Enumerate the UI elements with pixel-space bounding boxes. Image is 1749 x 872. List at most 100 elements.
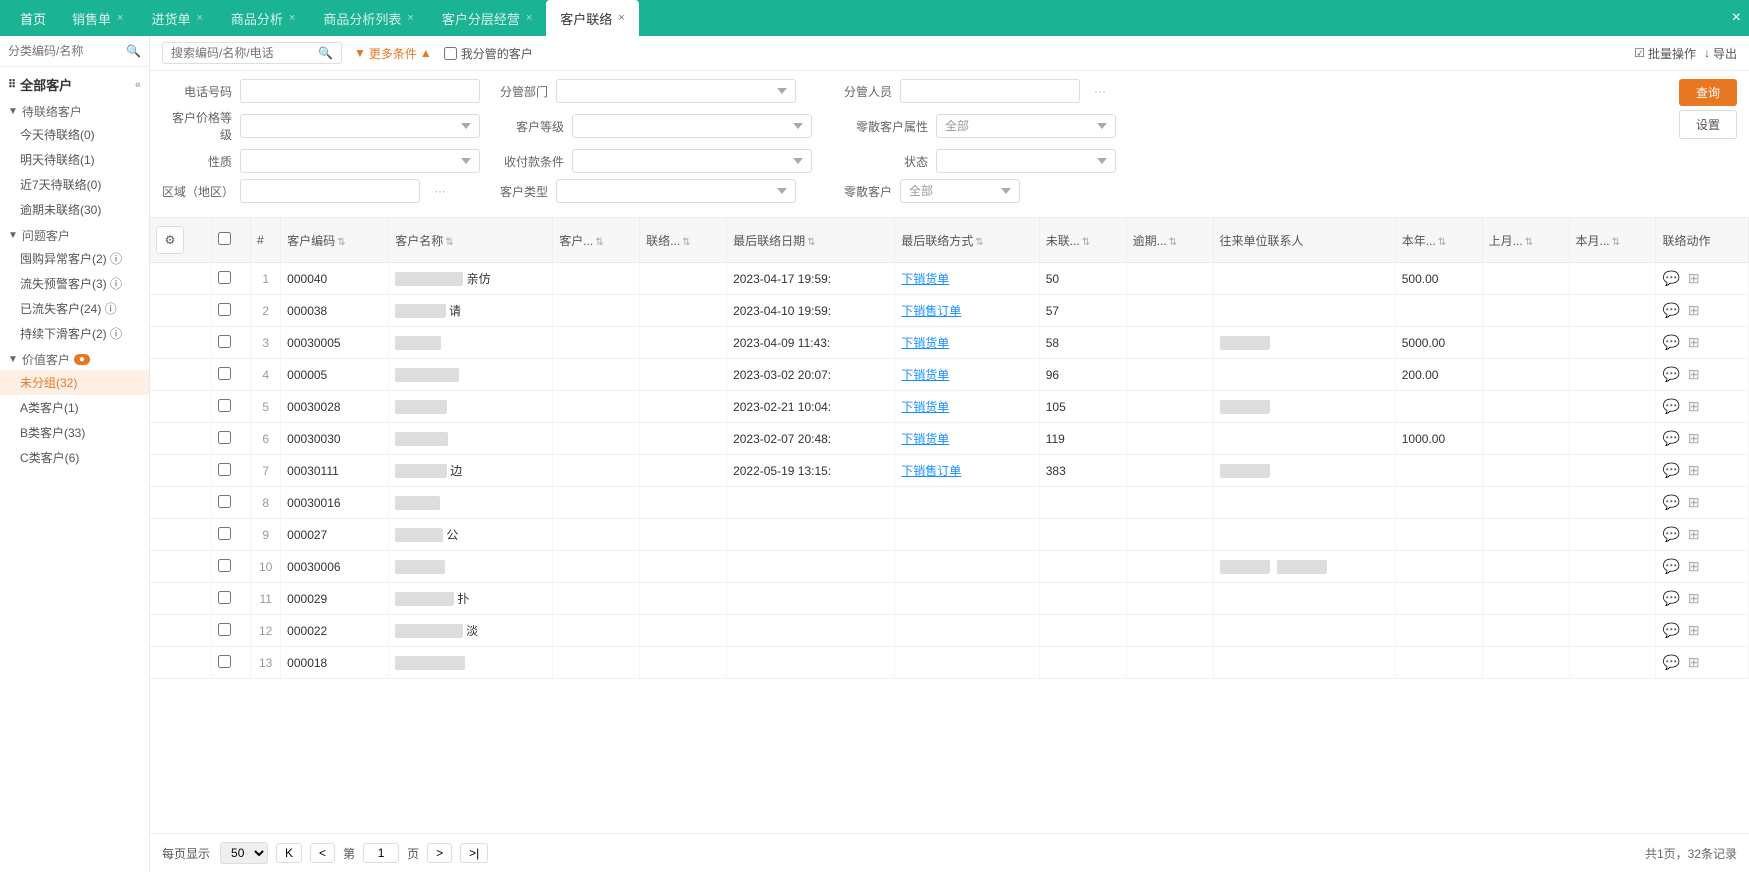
tab-home[interactable]: 首页 [8,0,58,36]
row-checkbox[interactable] [218,335,231,348]
grid-action-icon[interactable]: ⊞ [1688,526,1700,543]
col-last-date[interactable]: 最后联络日期⇅ [727,218,895,263]
sidebar-item-b-class[interactable]: B类客户(33) [0,420,149,445]
close-icon[interactable]: × [196,12,202,24]
row-last-type[interactable] [895,615,1039,647]
row-checkbox[interactable] [218,303,231,316]
all-customers-header[interactable]: ⠿ 全部客户 « [0,67,149,98]
row-checkbox-cell[interactable] [211,551,250,583]
sidebar-group-problem[interactable]: ▼ 问题客户 [0,222,149,246]
sidebar-item-ungroup[interactable]: 未分组(32) [0,370,149,395]
grid-action-icon[interactable]: ⊞ [1688,494,1700,511]
grid-action-icon[interactable]: ⊞ [1688,270,1700,287]
col-this-year[interactable]: 本年...⇅ [1395,218,1482,263]
region-input[interactable] [240,179,420,203]
row-checkbox-cell[interactable] [211,423,250,455]
customer-level-select[interactable] [572,114,812,138]
row-last-type[interactable]: 下销货单 [895,327,1039,359]
grid-action-icon[interactable]: ⊞ [1688,302,1700,319]
search-icon[interactable]: 🔍 [318,46,333,60]
my-customer-checkbox[interactable] [444,47,457,60]
retail-attr-select[interactable]: 全部 [936,114,1116,138]
chat-icon[interactable]: 💬 [1662,590,1679,607]
row-last-type[interactable] [895,487,1039,519]
row-checkbox[interactable] [218,399,231,412]
last-type-link[interactable]: 下销售订单 [901,304,961,318]
row-checkbox-cell[interactable] [211,327,250,359]
row-checkbox[interactable] [218,271,231,284]
sidebar-item-overdue-pending[interactable]: 逾期未联络(30) [0,197,149,222]
row-checkbox[interactable] [218,463,231,476]
dept-select[interactable] [556,79,796,103]
col-last-month[interactable]: 上月...⇅ [1482,218,1569,263]
last-type-link[interactable]: 下销货单 [901,432,949,446]
next-page-button[interactable]: > [427,843,452,863]
last-type-link[interactable]: 下销售订单 [901,464,961,478]
manager-more-button[interactable]: ··· [1088,84,1112,98]
query-button[interactable]: 查询 [1679,79,1737,106]
grid-action-icon[interactable]: ⊞ [1688,334,1700,351]
grid-action-icon[interactable]: ⊞ [1688,622,1700,639]
first-page-button[interactable]: K [276,843,302,863]
row-checkbox[interactable] [218,655,231,668]
close-icon[interactable]: × [289,12,295,24]
search-icon[interactable]: 🔍 [126,44,141,58]
col-last-type[interactable]: 最后联络方式⇅ [895,218,1039,263]
phone-input[interactable] [240,79,480,103]
grid-action-icon[interactable]: ⊞ [1688,590,1700,607]
row-checkbox[interactable] [218,591,231,604]
batch-op-button[interactable]: ☑ 批量操作 [1634,45,1696,62]
row-last-type[interactable] [895,551,1039,583]
customer-type-select[interactable] [556,179,796,203]
collapse-icon[interactable]: « [135,79,141,91]
select-all-checkbox[interactable] [218,232,231,245]
col-overdue[interactable]: 逾期...⇅ [1126,218,1213,263]
close-icon[interactable]: × [117,12,123,24]
close-icon[interactable]: × [407,12,413,24]
payment-select[interactable] [572,149,812,173]
search-input[interactable] [171,46,318,60]
last-page-button[interactable]: >| [460,843,488,863]
chat-icon[interactable]: 💬 [1662,398,1679,415]
row-checkbox[interactable] [218,367,231,380]
chat-icon[interactable]: 💬 [1662,270,1679,287]
chat-icon[interactable]: 💬 [1662,334,1679,351]
row-last-type[interactable] [895,583,1039,615]
col-this-month[interactable]: 本月...⇅ [1569,218,1656,263]
sidebar-group-pending[interactable]: ▼ 待联络客户 [0,98,149,122]
col-unit-contact[interactable]: 往来单位联系人 [1213,218,1395,263]
row-last-type[interactable]: 下销货单 [895,423,1039,455]
row-last-type[interactable] [895,647,1039,679]
row-checkbox-cell[interactable] [211,487,250,519]
tab-product-analysis[interactable]: 商品分析 × [217,0,309,36]
grid-action-icon[interactable]: ⊞ [1688,366,1700,383]
chat-icon[interactable]: 💬 [1662,366,1679,383]
row-checkbox-cell[interactable] [211,263,250,295]
chat-icon[interactable]: 💬 [1662,494,1679,511]
sidebar-item-declining[interactable]: 持续下滑客户(2) ⓘ [0,321,149,346]
tab-product-analysis-list[interactable]: 商品分析列表 × [309,0,427,36]
row-checkbox[interactable] [218,623,231,636]
row-checkbox-cell[interactable] [211,615,250,647]
row-last-type[interactable]: 下销货单 [895,359,1039,391]
tab-purchase[interactable]: 进货单 × [137,0,216,36]
row-last-type[interactable]: 下销货单 [895,263,1039,295]
sidebar-item-7days-pending[interactable]: 近7天待联络(0) [0,172,149,197]
col-code[interactable]: 客户编码⇅ [281,218,389,263]
col-name[interactable]: 客户名称⇅ [389,218,553,263]
col-contact[interactable]: 联络...⇅ [640,218,727,263]
more-filter-button[interactable]: ▼ 更多条件 ▲ [354,45,432,62]
page-input[interactable] [363,843,399,863]
reset-button[interactable]: 设置 [1679,110,1737,139]
grid-action-icon[interactable]: ⊞ [1688,558,1700,575]
status-select[interactable] [936,149,1116,173]
row-checkbox[interactable] [218,495,231,508]
last-type-link[interactable]: 下销货单 [901,272,949,286]
row-checkbox-cell[interactable] [211,519,250,551]
grid-action-icon[interactable]: ⊞ [1688,654,1700,671]
sidebar-item-tomorrow-pending[interactable]: 明天待联络(1) [0,147,149,172]
row-checkbox-cell[interactable] [211,391,250,423]
close-window-icon[interactable]: × [1732,9,1741,27]
sidebar-item-churn-warning[interactable]: 流失预警客户(3) ⓘ [0,271,149,296]
col-settings[interactable]: ⚙ [150,218,211,263]
